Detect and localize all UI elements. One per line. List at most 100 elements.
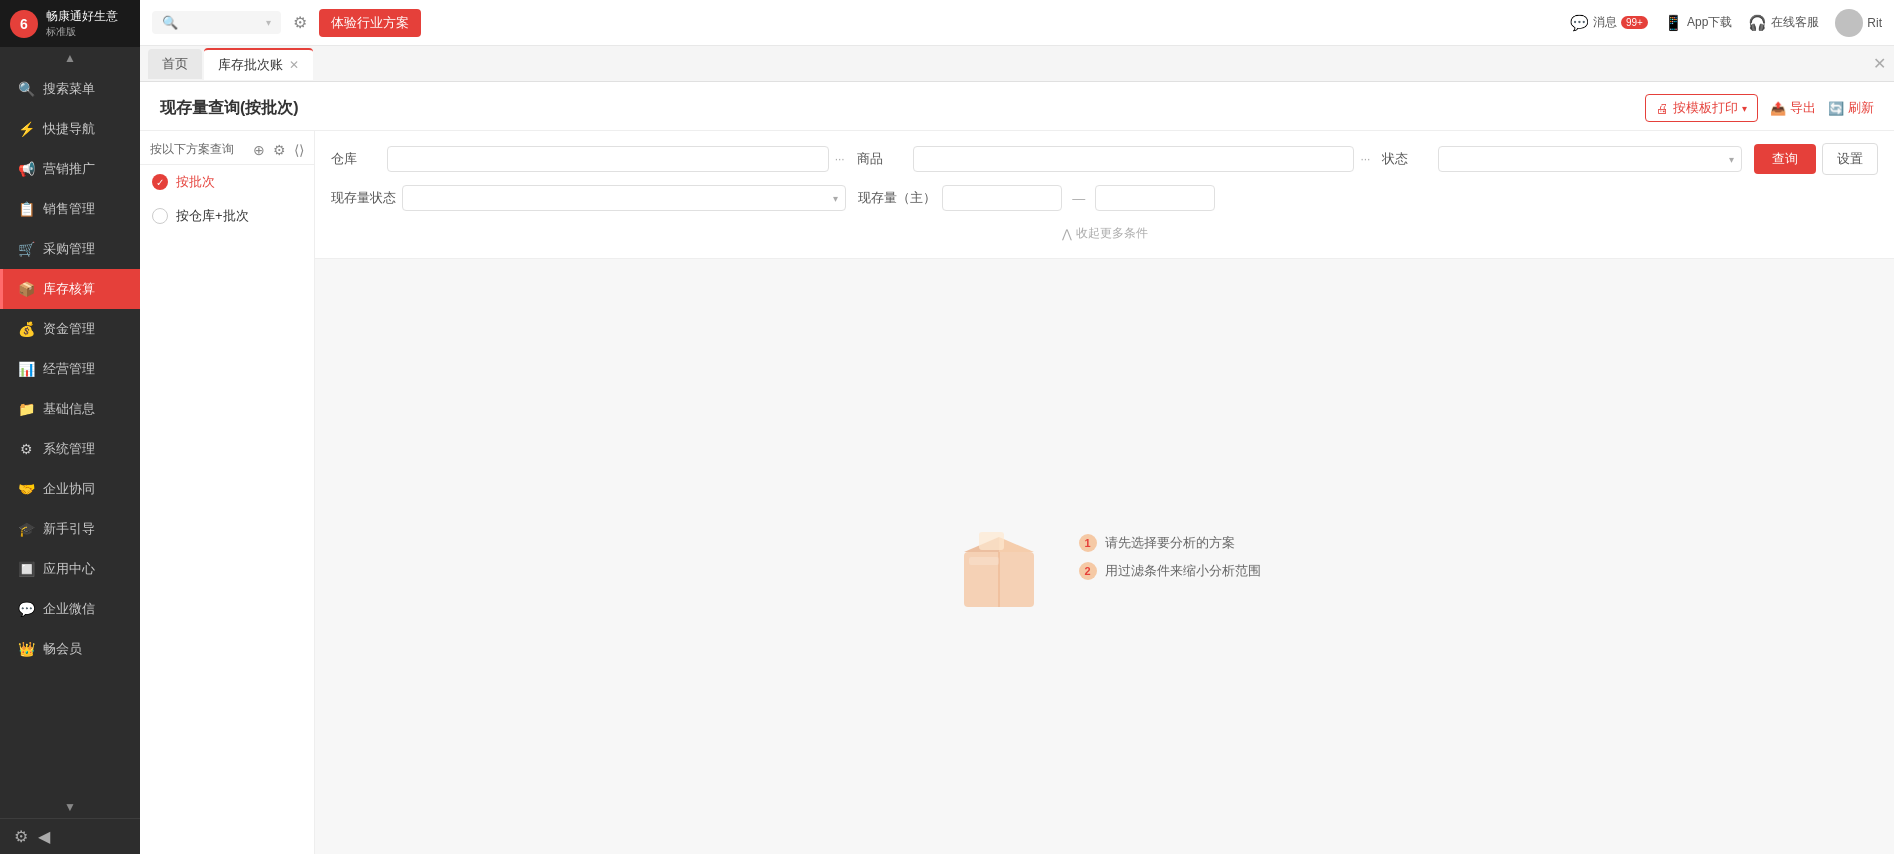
stock-qty-label: 现存量（主） — [858, 189, 936, 207]
sidebar-item-member[interactable]: 👑 畅会员 — [0, 629, 140, 669]
main-area: 🔍 ▾ ⚙ 体验行业方案 💬 消息 99+ 📱 App下载 🎧 在线客服 R — [140, 0, 1894, 854]
filter-area: 仓库 ··· 商品 ··· 状态 — [315, 131, 1894, 259]
empty-hints: 1 请先选择要分析的方案 2 用过滤条件来缩小分析范围 — [1079, 534, 1261, 580]
topbar-search-box[interactable]: 🔍 ▾ — [152, 11, 281, 34]
scheme-item-batch[interactable]: ✓ 按批次 — [140, 165, 314, 199]
scheme-item-warehouse-batch[interactable]: 按仓库+批次 — [140, 199, 314, 233]
add-scheme-icon[interactable]: ⊕ — [253, 142, 265, 158]
printer-icon: 🖨 — [1656, 101, 1669, 116]
empty-hint-1-text: 请先选择要分析的方案 — [1105, 534, 1235, 552]
hint-num-2: 2 — [1079, 562, 1097, 580]
phone-icon: 📱 — [1664, 14, 1683, 32]
left-panel-title: 按以下方案查询 — [150, 141, 234, 158]
scheme-label: 按仓库+批次 — [176, 207, 249, 225]
empty-hint-1: 1 请先选择要分析的方案 — [1079, 534, 1261, 552]
topbar-search-input[interactable] — [182, 16, 262, 30]
page-title: 现存量查询(按批次) — [160, 98, 299, 119]
status-select-wrap — [1438, 146, 1742, 172]
close-page-btn[interactable]: ✕ — [1873, 54, 1886, 73]
collapse-more-btn[interactable]: ⋀ 收起更多条件 — [331, 221, 1878, 246]
filter-dash: — — [1068, 191, 1089, 206]
online-service-btn[interactable]: 🎧 在线客服 — [1748, 14, 1819, 32]
left-panel: 按以下方案查询 ⊕ ⚙ ⟨⟩ ✓ 按批次 按仓库+批次 — [140, 131, 315, 854]
basic-icon: 📁 — [17, 400, 35, 418]
topbar-right: 💬 消息 99+ 📱 App下载 🎧 在线客服 Rit — [1570, 9, 1882, 37]
scheme-label: 按批次 — [176, 173, 215, 191]
collapse-left-icon[interactable]: ⟨⟩ — [294, 142, 304, 158]
sidebar-item-label: 基础信息 — [43, 400, 95, 418]
sidebar-item-label: 新手引导 — [43, 520, 95, 538]
stock-status-select[interactable] — [402, 185, 846, 211]
settings-bottom-icon[interactable]: ⚙ — [14, 827, 28, 846]
svg-rect-4 — [979, 532, 1004, 550]
filter-stock-qty-group: 现存量（主） — — [858, 185, 1373, 211]
empty-hint-2-text: 用过滤条件来缩小分析范围 — [1105, 562, 1261, 580]
sidebar-item-inventory[interactable]: 📦 库存核算 — [0, 269, 140, 309]
sidebar-item-apps[interactable]: 🔲 应用中心 — [0, 549, 140, 589]
collapse-sidebar-icon[interactable]: ◀ — [38, 827, 50, 846]
tab-close-icon[interactable]: ✕ — [289, 59, 299, 71]
scheme-inactive-dot — [152, 208, 168, 224]
sidebar-item-search[interactable]: 🔍 搜索菜单 — [0, 69, 140, 109]
filter-warehouse-group: 仓库 ··· — [331, 146, 845, 172]
sidebar-bottom: ⚙ ◀ — [0, 818, 140, 854]
member-icon: 👑 — [17, 640, 35, 658]
sidebar-item-enterprise[interactable]: 🤝 企业协同 — [0, 469, 140, 509]
sidebar-item-label: 畅会员 — [43, 640, 82, 658]
settings-scheme-icon[interactable]: ⚙ — [273, 142, 286, 158]
page-header: 现存量查询(按批次) 🖨 按模板打印 ▾ 📤 导出 🔄 刷新 — [140, 82, 1894, 131]
apps-icon: 🔲 — [17, 560, 35, 578]
sidebar-item-wechat[interactable]: 💬 企业微信 — [0, 589, 140, 629]
gear-icon[interactable]: ⚙ — [289, 9, 311, 36]
refresh-label: 刷新 — [1848, 99, 1874, 117]
sidebar-item-sales[interactable]: 📋 销售管理 — [0, 189, 140, 229]
sidebar-item-label: 企业微信 — [43, 600, 95, 618]
product-more-icon[interactable]: ··· — [1360, 152, 1370, 166]
app-download-btn[interactable]: 📱 App下载 — [1664, 14, 1732, 32]
inventory-icon: 📦 — [17, 280, 35, 298]
messages-btn[interactable]: 💬 消息 99+ — [1570, 14, 1648, 32]
chevron-up-icon: ⋀ — [1062, 227, 1072, 241]
stock-qty-min-input[interactable] — [942, 185, 1062, 211]
status-select[interactable] — [1438, 146, 1742, 172]
sidebar-scroll-up[interactable]: ▲ — [0, 47, 140, 69]
filter-row-1: 仓库 ··· 商品 ··· 状态 — [331, 143, 1878, 175]
empty-hint-2: 2 用过滤条件来缩小分析范围 — [1079, 562, 1261, 580]
sidebar-item-label: 搜索菜单 — [43, 80, 95, 98]
stock-qty-max-input[interactable] — [1095, 185, 1215, 211]
sidebar-item-newbie[interactable]: 🎓 新手引导 — [0, 509, 140, 549]
product-input[interactable] — [913, 146, 1355, 172]
sidebar-item-operations[interactable]: 📊 经营管理 — [0, 349, 140, 389]
tab-home[interactable]: 首页 — [148, 49, 202, 79]
stock-status-label: 现存量状态 — [331, 189, 396, 207]
collapse-more-label: 收起更多条件 — [1076, 225, 1148, 242]
sidebar-scroll-down[interactable]: ▼ — [0, 796, 140, 818]
hint-num-1: 1 — [1079, 534, 1097, 552]
tab-home-label: 首页 — [162, 55, 188, 73]
sidebar-item-finance[interactable]: 💰 资金管理 — [0, 309, 140, 349]
export-btn[interactable]: 📤 导出 — [1770, 99, 1816, 117]
sidebar-item-purchase[interactable]: 🛒 采购管理 — [0, 229, 140, 269]
newbie-icon: 🎓 — [17, 520, 35, 538]
filter-status-group: 状态 — [1382, 146, 1742, 172]
sidebar-item-marketing[interactable]: 📢 营销推广 — [0, 149, 140, 189]
sidebar-item-label: 采购管理 — [43, 240, 95, 258]
sidebar-item-basic[interactable]: 📁 基础信息 — [0, 389, 140, 429]
industry-btn[interactable]: 体验行业方案 — [319, 9, 421, 37]
query-btn[interactable]: 查询 — [1754, 144, 1816, 174]
print-btn[interactable]: 🖨 按模板打印 ▾ — [1645, 94, 1758, 122]
tabbar: 首页 库存批次账 ✕ ✕ — [140, 46, 1894, 82]
user-avatar-btn[interactable]: Rit — [1835, 9, 1882, 37]
sidebar-header: 6 畅康通好生意 标准版 — [0, 0, 140, 47]
settings-btn[interactable]: 设置 — [1822, 143, 1878, 175]
warehouse-input[interactable] — [387, 146, 829, 172]
sidebar-item-label: 库存核算 — [43, 280, 95, 298]
marketing-icon: 📢 — [17, 160, 35, 178]
refresh-btn[interactable]: 🔄 刷新 — [1828, 99, 1874, 117]
sidebar-item-system[interactable]: ⚙ 系统管理 — [0, 429, 140, 469]
warehouse-more-icon[interactable]: ··· — [835, 152, 845, 166]
tab-stock-batch[interactable]: 库存批次账 ✕ — [204, 48, 313, 80]
empty-state: 1 请先选择要分析的方案 2 用过滤条件来缩小分析范围 — [315, 259, 1894, 854]
sidebar-item-quick-nav[interactable]: ⚡ 快捷导航 — [0, 109, 140, 149]
user-name: Rit — [1867, 16, 1882, 30]
